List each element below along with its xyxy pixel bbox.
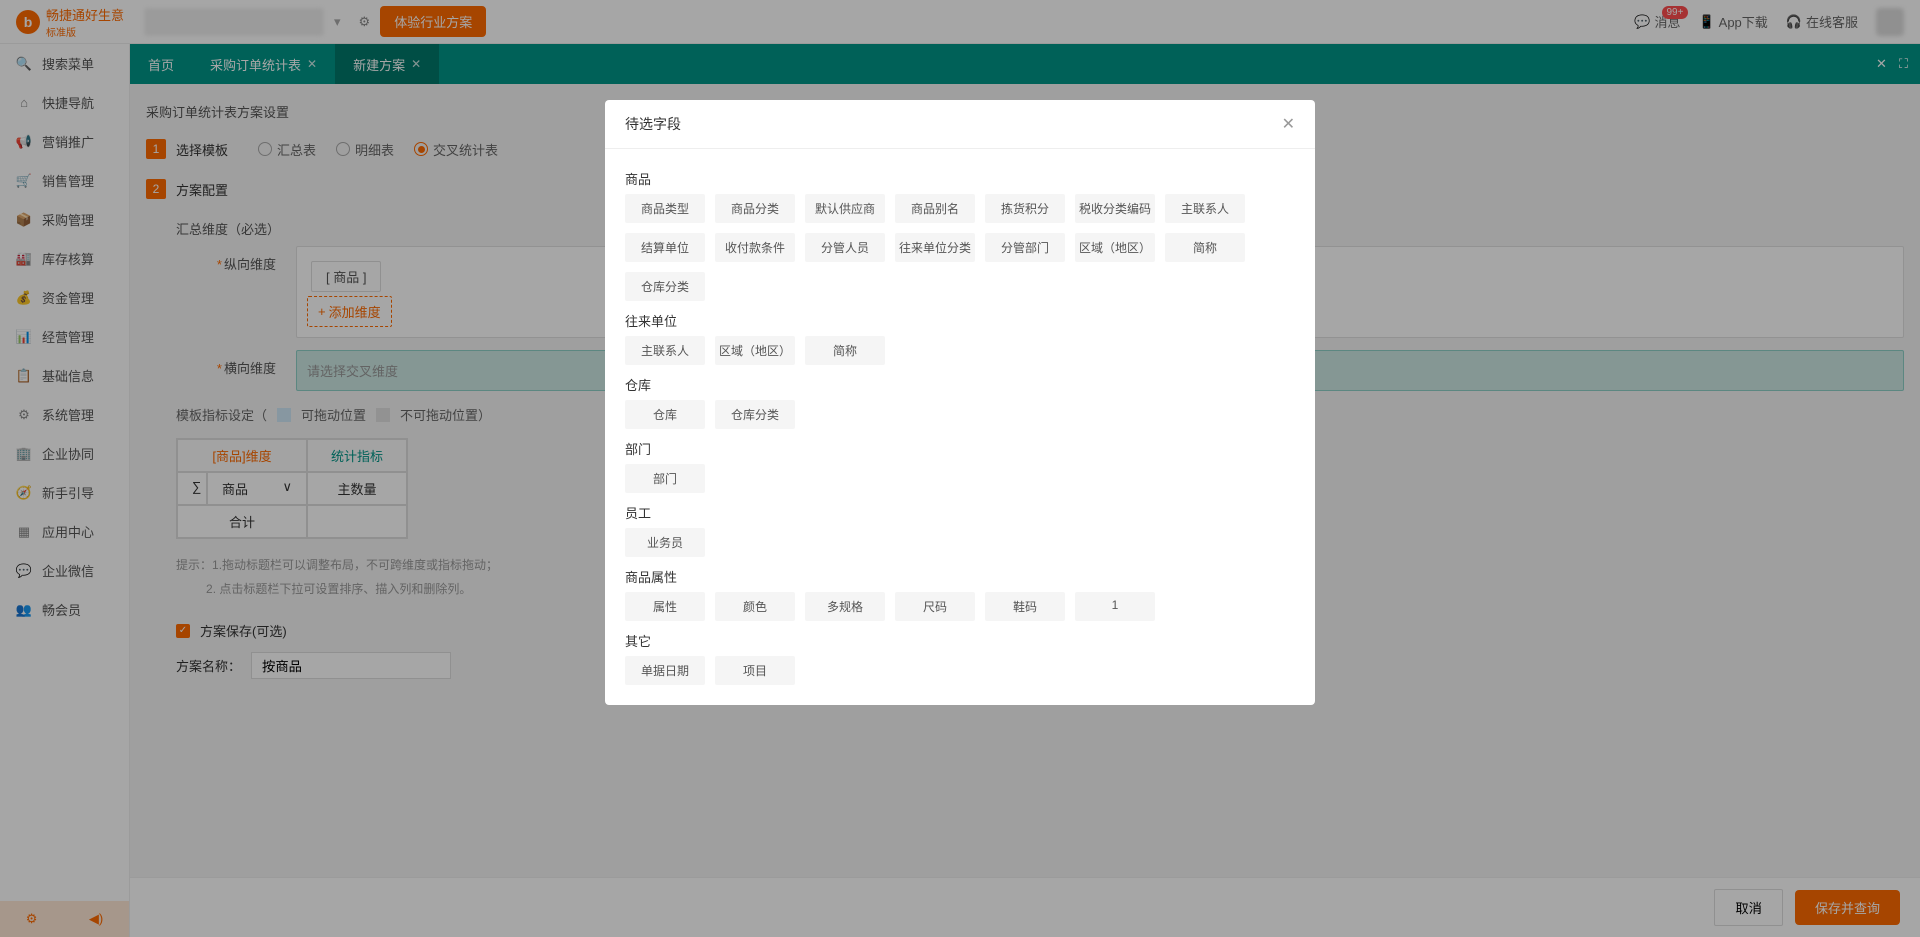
- field-group-title: 商品: [625, 169, 1295, 188]
- field-chip[interactable]: 仓库分类: [625, 272, 705, 301]
- field-chip[interactable]: 结算单位: [625, 233, 705, 262]
- field-group: 商品商品类型商品分类默认供应商商品别名拣货积分税收分类编码主联系人结算单位收付款…: [625, 169, 1295, 301]
- field-chip[interactable]: 税收分类编码: [1075, 194, 1155, 223]
- field-chip[interactable]: 单据日期: [625, 656, 705, 685]
- field-chip[interactable]: 属性: [625, 592, 705, 621]
- field-chip[interactable]: 仓库分类: [715, 400, 795, 429]
- field-group-title: 其它: [625, 631, 1295, 650]
- field-group-title: 部门: [625, 439, 1295, 458]
- field-group: 商品属性属性颜色多规格尺码鞋码 1: [625, 567, 1295, 621]
- field-group: 往来单位主联系人区域（地区） 简称: [625, 311, 1295, 365]
- field-group-title: 往来单位: [625, 311, 1295, 330]
- field-chip[interactable]: 拣货积分: [985, 194, 1065, 223]
- field-chip[interactable]: 主联系人: [1165, 194, 1245, 223]
- field-chip[interactable]: 主联系人: [625, 336, 705, 365]
- field-chip[interactable]: 部门: [625, 464, 705, 493]
- field-chip[interactable]: 商品分类: [715, 194, 795, 223]
- field-chip[interactable]: 业务员: [625, 528, 705, 557]
- field-chip[interactable]: 往来单位分类: [895, 233, 975, 262]
- field-chip[interactable]: 鞋码: [985, 592, 1065, 621]
- field-chip[interactable]: 分管人员: [805, 233, 885, 262]
- field-chip[interactable]: 默认供应商: [805, 194, 885, 223]
- field-chip[interactable]: 区域（地区）: [715, 336, 795, 365]
- modal-title: 待选字段: [625, 114, 681, 134]
- field-chip[interactable]: 区域（地区）: [1075, 233, 1155, 262]
- field-chip[interactable]: 仓库: [625, 400, 705, 429]
- field-group: 员工业务员: [625, 503, 1295, 557]
- field-chip[interactable]: 收付款条件: [715, 233, 795, 262]
- field-chip[interactable]: 商品类型: [625, 194, 705, 223]
- modal-overlay[interactable]: 待选字段 ✕ 商品商品类型商品分类默认供应商商品别名拣货积分税收分类编码主联系人…: [0, 0, 1920, 937]
- field-chip[interactable]: 项目: [715, 656, 795, 685]
- field-chip[interactable]: 简称: [805, 336, 885, 365]
- field-chip[interactable]: 多规格: [805, 592, 885, 621]
- field-group-title: 仓库: [625, 375, 1295, 394]
- field-group-title: 员工: [625, 503, 1295, 522]
- field-group-title: 商品属性: [625, 567, 1295, 586]
- field-picker-modal: 待选字段 ✕ 商品商品类型商品分类默认供应商商品别名拣货积分税收分类编码主联系人…: [605, 100, 1315, 705]
- field-group: 其它单据日期项目: [625, 631, 1295, 685]
- field-chip[interactable]: 分管部门: [985, 233, 1065, 262]
- field-group: 仓库仓库仓库分类: [625, 375, 1295, 429]
- field-group: 部门部门: [625, 439, 1295, 493]
- field-chip[interactable]: 尺码: [895, 592, 975, 621]
- field-chip[interactable]: 颜色: [715, 592, 795, 621]
- modal-close-icon[interactable]: ✕: [1282, 114, 1295, 134]
- field-chip[interactable]: 商品别名: [895, 194, 975, 223]
- field-chip[interactable]: 简称: [1165, 233, 1245, 262]
- field-chip[interactable]: 1: [1075, 592, 1155, 621]
